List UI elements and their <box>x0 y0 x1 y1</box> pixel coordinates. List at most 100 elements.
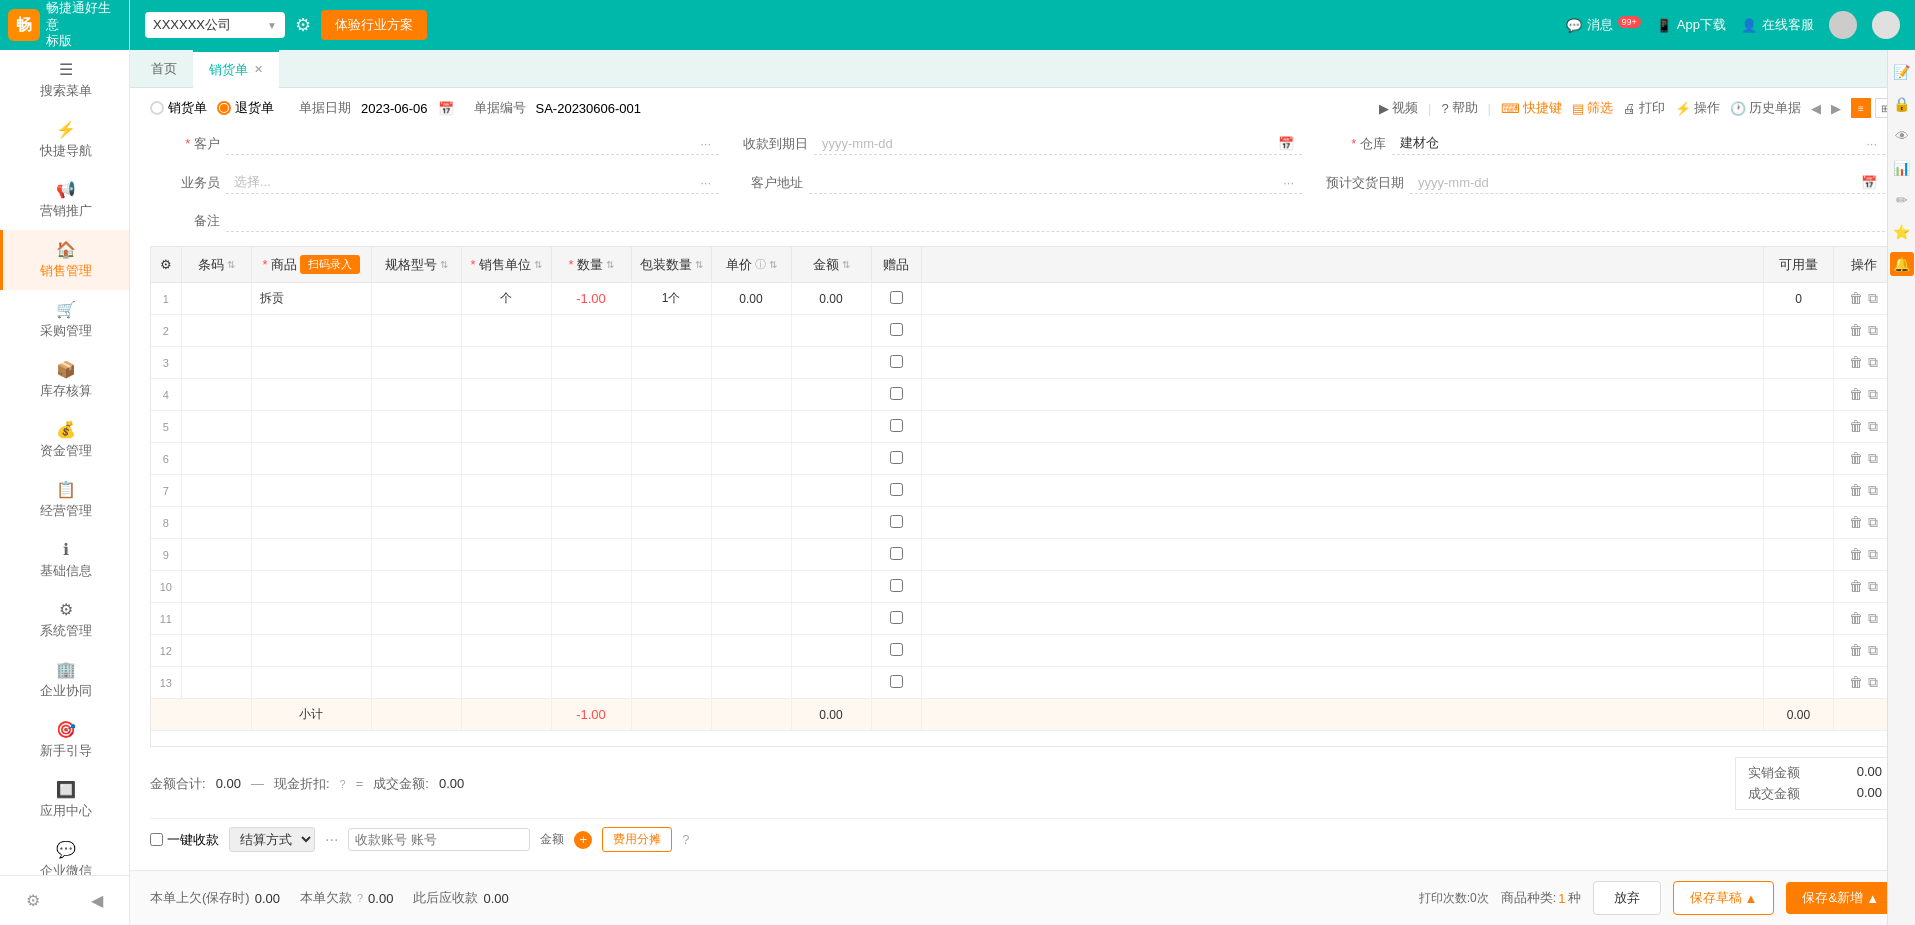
delete-row-1-icon[interactable]: 🗑 <box>1849 290 1863 307</box>
gift-checkbox-5[interactable] <box>890 419 903 432</box>
sidebar-item-operation[interactable]: 📋 经营管理 <box>0 470 129 530</box>
payment-method-select[interactable]: 结算方式 <box>229 827 315 852</box>
amount-1[interactable]: 0.00 <box>791 283 871 315</box>
expense-split-btn[interactable]: 费用分摊 <box>602 827 672 852</box>
tab-close-icon[interactable]: ✕ <box>254 63 263 76</box>
gift-checkbox-9[interactable] <box>890 547 903 560</box>
unit-1[interactable]: 个 <box>461 283 551 315</box>
copy-row-icon[interactable]: ⧉ <box>1868 674 1878 691</box>
product-1[interactable]: 拆贡 <box>251 283 371 315</box>
pack-qty-1[interactable]: 1个 <box>631 283 711 315</box>
copy-row-icon[interactable]: ⧉ <box>1868 386 1878 403</box>
add-payment-btn[interactable]: + <box>574 831 592 849</box>
save-draft-btn[interactable]: 保存草稿 ▲ <box>1673 881 1775 915</box>
help-btn[interactable]: ? 帮助 <box>1441 99 1477 117</box>
panel-icon-4[interactable]: 📊 <box>1890 156 1914 180</box>
header-settings-icon[interactable]: ⚙ <box>295 14 311 36</box>
remarks-input[interactable] <box>226 210 1885 232</box>
panel-icon-1[interactable]: 📝 <box>1890 60 1914 84</box>
gift-checkbox-7[interactable] <box>890 483 903 496</box>
calendar-icon[interactable]: 📅 <box>438 101 454 116</box>
tab-home[interactable]: 首页 <box>135 50 193 88</box>
copy-row-icon[interactable]: ⧉ <box>1868 514 1878 531</box>
shortcuts-btn[interactable]: ⌨ 快捷键 <box>1501 99 1562 117</box>
copy-row-1-icon[interactable]: ⧉ <box>1868 290 1878 307</box>
copy-row-icon[interactable]: ⧉ <box>1868 482 1878 499</box>
sidebar-item-quick-nav[interactable]: ⚡ 快捷导航 <box>0 110 129 170</box>
warehouse-input[interactable]: 建材仓 ··· <box>1392 132 1885 155</box>
gift-checkbox-2[interactable] <box>890 323 903 336</box>
copy-row-icon[interactable]: ⧉ <box>1868 450 1878 467</box>
sidebar-item-basic-info[interactable]: ℹ 基础信息 <box>0 530 129 590</box>
one-click-checkbox[interactable] <box>150 833 163 846</box>
panel-icon-3[interactable]: 👁 <box>1890 124 1914 148</box>
nav-prev-icon[interactable]: ◀ <box>1811 101 1821 116</box>
user-avatar[interactable] <box>1829 11 1857 39</box>
copy-row-icon[interactable]: ⧉ <box>1868 642 1878 659</box>
tab-sales-order[interactable]: 销货单 ✕ <box>193 50 279 88</box>
sidebar-item-guide[interactable]: 🎯 新手引导 <box>0 710 129 770</box>
sidebar-item-purchase[interactable]: 🛒 采购管理 <box>0 290 129 350</box>
sidebar-item-sales[interactable]: 🏠 销售管理 <box>0 230 129 290</box>
delete-row-icon[interactable]: 🗑 <box>1849 610 1863 627</box>
gift-checkbox-4[interactable] <box>890 387 903 400</box>
delete-row-icon[interactable]: 🗑 <box>1849 578 1863 595</box>
delete-row-icon[interactable]: 🗑 <box>1849 322 1863 339</box>
col-settings[interactable]: ⚙ <box>151 247 181 283</box>
video-btn[interactable]: ▶ 视频 <box>1379 99 1418 117</box>
list-view-icon[interactable]: ≡ <box>1851 98 1871 118</box>
gift-checkbox-1[interactable] <box>890 291 903 304</box>
notes-1[interactable] <box>921 283 1764 315</box>
sidebar-item-corp-wechat[interactable]: 💬 企业微信 <box>0 830 129 875</box>
sidebar-item-enterprise[interactable]: 🏢 企业协同 <box>0 650 129 710</box>
user-avatar-2[interactable] <box>1872 11 1900 39</box>
company-selector[interactable]: XXXXXX公司 ▼ <box>145 12 285 38</box>
copy-row-icon[interactable]: ⧉ <box>1868 546 1878 563</box>
gift-checkbox-13[interactable] <box>890 675 903 688</box>
salesperson-input[interactable]: 选择... ··· <box>226 171 719 194</box>
sidebar-item-marketing[interactable]: 📢 营销推广 <box>0 170 129 230</box>
copy-row-icon[interactable]: ⧉ <box>1868 418 1878 435</box>
sidebar-item-app-center[interactable]: 🔲 应用中心 <box>0 770 129 830</box>
expected-delivery-input[interactable]: yyyy-mm-dd 📅 <box>1410 172 1885 194</box>
filter-btn[interactable]: ▤ 筛选 <box>1572 99 1613 117</box>
customer-address-input[interactable]: ··· <box>809 172 1302 194</box>
gift-checkbox-10[interactable] <box>890 579 903 592</box>
gift-checkbox-11[interactable] <box>890 611 903 624</box>
account-input[interactable] <box>348 828 530 851</box>
abandon-btn[interactable]: 放弃 <box>1593 881 1661 915</box>
delete-row-icon[interactable]: 🗑 <box>1849 450 1863 467</box>
save-new-btn[interactable]: 保存&新增 ▲ <box>1786 882 1895 914</box>
gift-checkbox-6[interactable] <box>890 451 903 464</box>
gift-1[interactable] <box>871 283 921 315</box>
delete-row-icon[interactable]: 🗑 <box>1849 546 1863 563</box>
print-btn[interactable]: 🖨 打印 <box>1623 99 1665 117</box>
panel-icon-6[interactable]: ⭐ <box>1890 220 1914 244</box>
panel-icon-5[interactable]: ✏ <box>1890 188 1914 212</box>
sidebar-item-sys[interactable]: ⚙ 系统管理 <box>0 590 129 650</box>
delete-row-icon[interactable]: 🗑 <box>1849 386 1863 403</box>
app-download-group[interactable]: 📱 App下载 <box>1656 16 1726 34</box>
expense-help-icon[interactable]: ? <box>682 832 689 847</box>
trial-btn[interactable]: 体验行业方案 <box>321 10 427 40</box>
sidebar-item-search[interactable]: ☰ 搜索菜单 <box>0 50 129 110</box>
unit-price-1[interactable]: 0.00 <box>711 283 791 315</box>
copy-row-icon[interactable]: ⧉ <box>1868 354 1878 371</box>
sidebar-item-capital[interactable]: 💰 资金管理 <box>0 410 129 470</box>
gift-checkbox-8[interactable] <box>890 515 903 528</box>
delete-row-icon[interactable]: 🗑 <box>1849 482 1863 499</box>
due-help-icon[interactable]: ? <box>357 892 363 904</box>
delete-row-icon[interactable]: 🗑 <box>1849 674 1863 691</box>
one-click-payment-checkbox[interactable]: 一键收款 <box>150 831 219 849</box>
delete-row-icon[interactable]: 🗑 <box>1849 514 1863 531</box>
operations-btn[interactable]: ⚡ 操作 <box>1675 99 1720 117</box>
online-service-group[interactable]: 👤 在线客服 <box>1741 16 1814 34</box>
sidebar-item-inventory[interactable]: 📦 库存核算 <box>0 350 129 410</box>
payment-due-input[interactable]: yyyy-mm-dd 📅 <box>814 133 1302 155</box>
barcode-1[interactable] <box>181 283 251 315</box>
notification-group[interactable]: 💬 消息 99+ <box>1566 16 1641 34</box>
delete-row-icon[interactable]: 🗑 <box>1849 642 1863 659</box>
panel-icon-2[interactable]: 🔒 <box>1890 92 1914 116</box>
return-order-radio[interactable]: 退货单 <box>217 99 274 117</box>
spec-1[interactable] <box>371 283 461 315</box>
